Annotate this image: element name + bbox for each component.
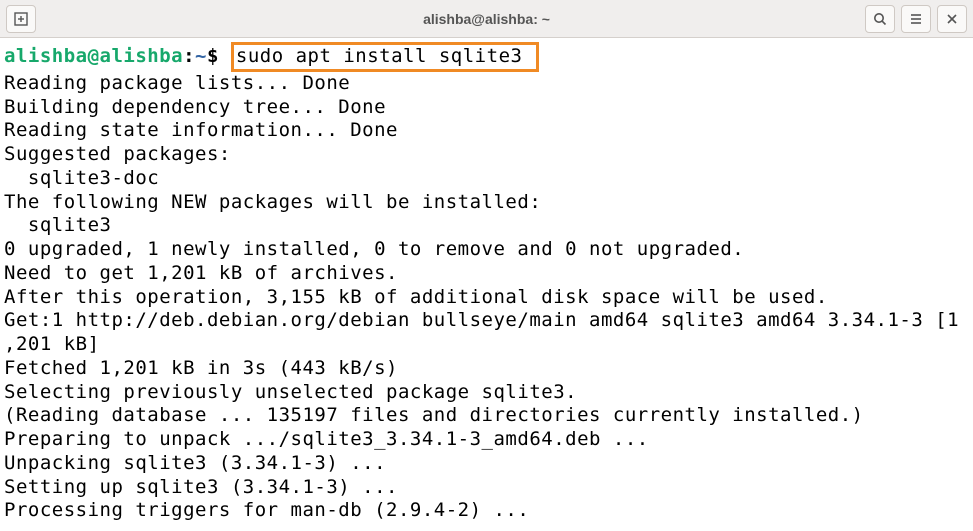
search-button[interactable] (865, 5, 895, 33)
close-icon (945, 12, 959, 26)
prompt-symbol: $ (207, 45, 219, 67)
window-title: alishba@alishba: ~ (0, 11, 973, 27)
menu-button[interactable] (901, 5, 931, 33)
command-highlight: sudo apt install sqlite3 (231, 42, 540, 72)
new-tab-button[interactable] (6, 5, 36, 33)
prompt-path: ~ (195, 45, 207, 67)
new-tab-icon (13, 11, 29, 27)
output-lines: Reading package lists... Done Building d… (4, 72, 959, 522)
close-button[interactable] (937, 5, 967, 33)
hamburger-icon (908, 11, 924, 27)
window-titlebar: alishba@alishba: ~ (0, 0, 973, 38)
search-icon (872, 11, 888, 27)
command-text: sudo apt install sqlite3 (236, 45, 523, 67)
prompt-user-host: alishba@alishba (4, 45, 183, 67)
terminal-output[interactable]: alishba@alishba:~$ sudo apt install sqli… (0, 38, 973, 523)
prompt-colon: : (183, 45, 195, 67)
